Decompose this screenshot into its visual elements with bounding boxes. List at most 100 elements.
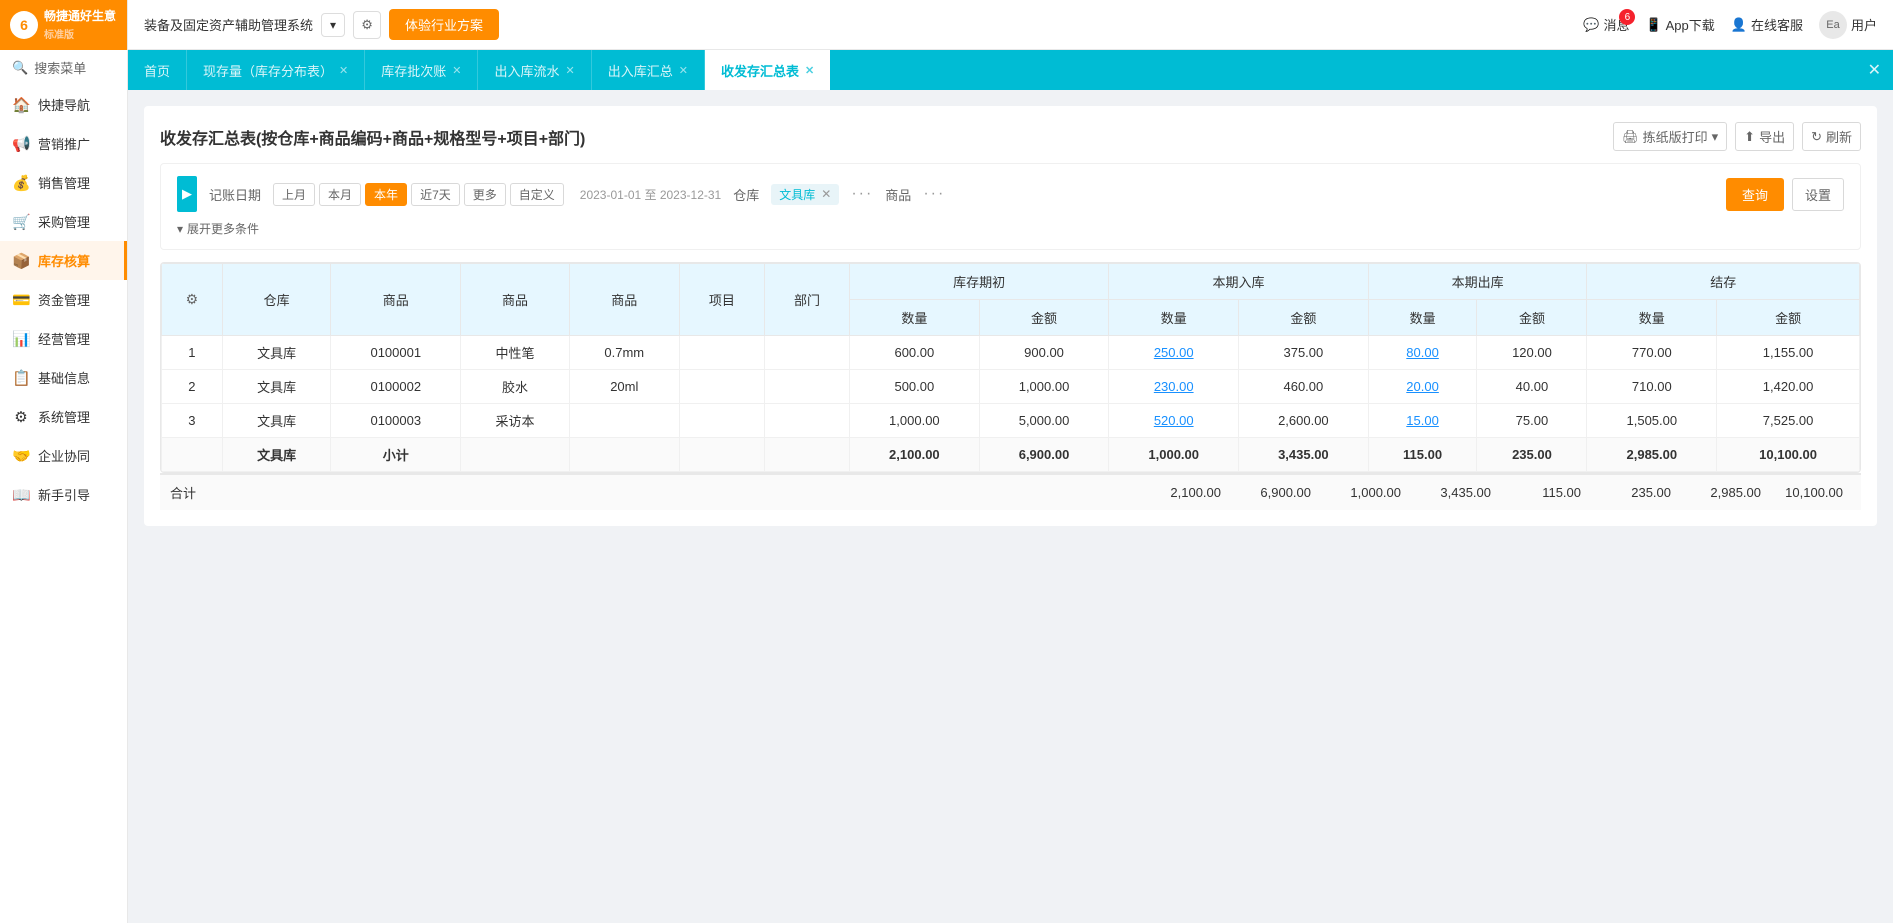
row-out-qty[interactable]: 80.00: [1368, 336, 1477, 370]
row-balance-qty: 770.00: [1587, 336, 1717, 370]
total-balance-qty: 2,985.00: [1671, 485, 1761, 500]
trial-button[interactable]: 体验行业方案: [389, 9, 499, 40]
row-out-qty[interactable]: 20.00: [1368, 370, 1477, 404]
top-header: 装备及固定资产辅助管理系统 装备及固定资产辅助管理系统 ▾ ⚙ 体验行业方案 💬…: [128, 0, 1893, 50]
gear-button[interactable]: ⚙: [353, 11, 381, 39]
row-in-qty: 1,000.00: [1109, 438, 1239, 472]
export-icon: ⬆: [1744, 129, 1755, 145]
date-btn-last-month[interactable]: 上月: [273, 183, 315, 206]
sidebar-item-inventory[interactable]: 📦 库存核算: [0, 241, 127, 280]
filter-settings-button[interactable]: 设置: [1792, 178, 1844, 211]
filter-dots-2[interactable]: ···: [923, 185, 945, 203]
message-action[interactable]: 💬 消息 6: [1583, 15, 1629, 34]
table-row: 2 文具库 0100002 胶水 20ml 500.00 1,000.00 23…: [162, 370, 1860, 404]
sidebar-search[interactable]: 🔍 搜索菜单: [0, 50, 127, 85]
print-button[interactable]: 🖨 拣纸版打印 ▾: [1613, 122, 1727, 151]
sidebar-item-finance[interactable]: 💳 资金管理: [0, 280, 127, 319]
row-out-amt: 40.00: [1477, 370, 1587, 404]
marketing-icon: 📢: [12, 135, 30, 153]
tab-close-batch[interactable]: ✕: [452, 64, 461, 77]
sidebar-item-basic[interactable]: 📋 基础信息: [0, 358, 127, 397]
tab-recv-summary[interactable]: 收发存汇总表 ✕: [705, 50, 830, 90]
date-btn-custom[interactable]: 自定义: [510, 183, 564, 206]
date-btn-this-year[interactable]: 本年: [365, 183, 407, 206]
total-out-amt: 235.00: [1581, 485, 1671, 500]
phone-icon: 📱: [1645, 17, 1661, 33]
tab-close-recv-summary[interactable]: ✕: [805, 64, 814, 77]
sidebar-item-guide[interactable]: 📖 新手引导: [0, 475, 127, 514]
page-card: 收发存汇总表(按仓库+商品编码+商品+规格型号+项目+部门) 🖨 拣纸版打印 ▾…: [144, 106, 1877, 526]
total-in-qty: 1,000.00: [1311, 485, 1401, 500]
row-spec: [569, 438, 679, 472]
row-project: [679, 370, 764, 404]
tab-flow[interactable]: 出入库流水 ✕: [478, 50, 591, 90]
expand-more-btn[interactable]: ▾ 展开更多条件: [177, 220, 1844, 237]
row-in-qty[interactable]: 520.00: [1109, 404, 1239, 438]
col-settings-icon[interactable]: ⚙: [186, 291, 199, 307]
row-in-qty[interactable]: 230.00: [1109, 370, 1239, 404]
tab-inventory-dist[interactable]: 现存量（库存分布表） ✕: [187, 50, 365, 90]
filter-expand-arrow[interactable]: ▶: [177, 176, 197, 212]
sidebar-item-collab[interactable]: 🤝 企业协同: [0, 436, 127, 475]
content-area: 收发存汇总表(按仓库+商品编码+商品+规格型号+项目+部门) 🖨 拣纸版打印 ▾…: [128, 90, 1893, 923]
row-name: 中性笔: [461, 336, 570, 370]
total-blank5: [951, 485, 1041, 500]
home-icon: 🏠: [12, 96, 30, 114]
col-name-header: 商品: [461, 264, 570, 336]
row-name: 采访本: [461, 404, 570, 438]
warehouse-tag[interactable]: 文具库 ✕: [771, 184, 839, 205]
sidebar-item-purchase[interactable]: 🛒 采购管理: [0, 202, 127, 241]
page-title: 收发存汇总表(按仓库+商品编码+商品+规格型号+项目+部门): [160, 125, 585, 149]
avatar: Ea: [1819, 11, 1847, 39]
opening-amt-header: 金额: [979, 300, 1109, 336]
main-content: 装备及固定资产辅助管理系统 装备及固定资产辅助管理系统 ▾ ⚙ 体验行业方案 💬…: [128, 0, 1893, 923]
date-label: 记账日期: [209, 185, 261, 204]
tab-summary[interactable]: 出入库汇总 ✕: [592, 50, 705, 90]
refresh-button[interactable]: ↻ 刷新: [1802, 122, 1861, 151]
sidebar-item-quicknav[interactable]: 🏠 快捷导航: [0, 85, 127, 124]
date-btn-7days[interactable]: 近7天: [411, 183, 460, 206]
row-balance-amt: 10,100.00: [1717, 438, 1860, 472]
tab-close-inventory-dist[interactable]: ✕: [339, 64, 348, 77]
warehouse-label: 仓库: [733, 185, 759, 204]
sidebar-item-sales[interactable]: 💰 销售管理: [0, 163, 127, 202]
total-label: 合计: [170, 483, 230, 502]
row-project: [679, 336, 764, 370]
row-department: [764, 404, 849, 438]
row-name: [461, 438, 570, 472]
system-select[interactable]: 装备及固定资产辅助管理系统 ▾: [321, 13, 345, 37]
service-icon: 👤: [1731, 17, 1747, 33]
col-opening-header: 库存期初: [850, 264, 1109, 300]
sidebar-item-operations[interactable]: 📊 经营管理: [0, 319, 127, 358]
tab-home[interactable]: 首页: [128, 50, 187, 90]
tab-close-flow[interactable]: ✕: [566, 64, 575, 77]
row-in-amt: 2,600.00: [1239, 404, 1369, 438]
row-in-qty[interactable]: 250.00: [1109, 336, 1239, 370]
user-action[interactable]: Ea 用户: [1819, 11, 1877, 39]
row-balance-qty: 1,505.00: [1587, 404, 1717, 438]
balance-amt-header: 金额: [1717, 300, 1860, 336]
close-all-tabs[interactable]: ✕: [1856, 60, 1893, 80]
total-balance-amt: 10,100.00: [1761, 485, 1851, 500]
sidebar-item-system[interactable]: ⚙ 系统管理: [0, 397, 127, 436]
online-service-action[interactable]: 👤 在线客服: [1731, 15, 1803, 34]
query-button[interactable]: 查询: [1726, 178, 1784, 211]
row-opening-qty: 600.00: [850, 336, 980, 370]
row-out-qty[interactable]: 15.00: [1368, 404, 1477, 438]
app-download-action[interactable]: 📱 App下载: [1645, 15, 1714, 34]
row-spec: [569, 404, 679, 438]
date-btn-this-month[interactable]: 本月: [319, 183, 361, 206]
purchase-icon: 🛒: [12, 213, 30, 231]
date-btn-more[interactable]: 更多: [464, 183, 506, 206]
collab-icon: 🤝: [12, 447, 30, 465]
filter-dots-1[interactable]: ···: [851, 185, 873, 203]
export-button[interactable]: ⬆ 导出: [1735, 122, 1794, 151]
total-out-qty: 115.00: [1491, 485, 1581, 500]
col-dept-header: 部门: [764, 264, 849, 336]
opening-qty-header: 数量: [850, 300, 980, 336]
col-settings-header[interactable]: ⚙: [162, 264, 223, 336]
warehouse-tag-close[interactable]: ✕: [821, 187, 831, 201]
tab-close-summary[interactable]: ✕: [679, 64, 688, 77]
sidebar-item-marketing[interactable]: 📢 营销推广: [0, 124, 127, 163]
tab-batch[interactable]: 库存批次账 ✕: [365, 50, 478, 90]
